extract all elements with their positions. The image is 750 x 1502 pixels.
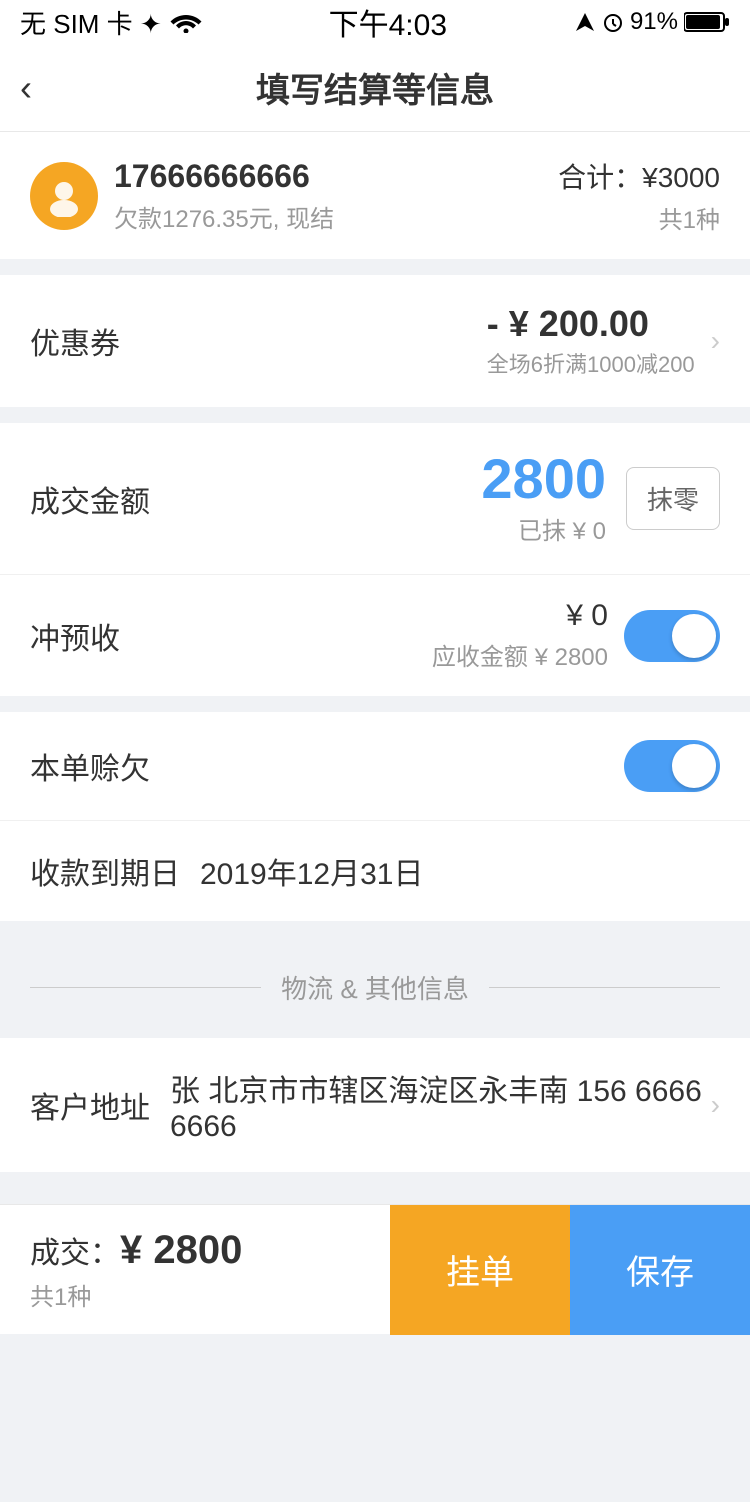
avatar-icon bbox=[43, 175, 85, 217]
coupon-right: - ¥ 200.00 全场6折满1000减200 › bbox=[487, 303, 720, 379]
toggle-knob-2 bbox=[672, 744, 716, 788]
advance-values: ¥ 0 应收金额 ¥ 2800 bbox=[432, 599, 608, 672]
advance-row: 冲预收 ¥ 0 应收金额 ¥ 2800 bbox=[0, 574, 750, 696]
address-row[interactable]: 客户地址 张 北京市市辖区海淀区永丰南 156 6666 6666 › bbox=[0, 1038, 750, 1172]
toggle-knob bbox=[672, 614, 716, 658]
bottom-count: 共1种 bbox=[30, 1277, 360, 1312]
coupon-label: 优惠券 bbox=[30, 319, 120, 363]
erase-button[interactable]: 抹零 bbox=[626, 467, 720, 530]
status-bar: 无 SIM 卡 ✦ 下午4:03 91% bbox=[0, 0, 750, 44]
page-title: 填写结算等信息 bbox=[256, 63, 494, 112]
due-date-row: 收款到期日 2019年12月31日 bbox=[0, 820, 750, 921]
deal-value-wrap: 2800 已抹 ¥ 0 bbox=[481, 451, 606, 546]
coupon-row[interactable]: 优惠券 - ¥ 200.00 全场6折满1000减200 › bbox=[0, 275, 750, 407]
due-date-value: 2019年12月31日 bbox=[200, 849, 423, 893]
wifi-icon bbox=[170, 11, 202, 33]
status-left: 无 SIM 卡 ✦ bbox=[20, 4, 202, 41]
total-count: 共1种 bbox=[558, 200, 720, 235]
advance-right: ¥ 0 应收金额 ¥ 2800 bbox=[432, 599, 720, 672]
avatar bbox=[30, 162, 98, 230]
address-chevron-icon: › bbox=[711, 1089, 720, 1121]
sim-label: 无 SIM 卡 ✦ bbox=[20, 4, 162, 41]
deal-prefix: 成交： bbox=[30, 1237, 120, 1270]
customer-phone: 17666666666 bbox=[114, 158, 334, 195]
due-date-label: 收款到期日 bbox=[30, 849, 180, 893]
bottom-deal-label: 成交：¥ 2800 bbox=[30, 1228, 360, 1273]
deal-amount-row: 成交金额 2800 已抹 ¥ 0 抹零 bbox=[0, 423, 750, 574]
logistics-divider-section: 物流 & 其他信息 bbox=[0, 937, 750, 1038]
address-label: 客户地址 bbox=[30, 1083, 150, 1127]
back-button[interactable]: ‹ bbox=[20, 67, 32, 109]
customer-left: 17666666666 欠款1276.35元, 现结 bbox=[30, 158, 334, 234]
customer-card: 17666666666 欠款1276.35元, 现结 合计：¥3000 共1种 bbox=[0, 132, 750, 259]
advance-sub: 应收金额 ¥ 2800 bbox=[432, 637, 608, 672]
divider-line-right bbox=[489, 987, 720, 988]
debt-label: 本单赊欠 bbox=[30, 744, 150, 788]
debt-section: 本单赊欠 收款到期日 2019年12月31日 bbox=[0, 712, 750, 921]
deal-value: 2800 bbox=[481, 451, 606, 507]
divider-content: 物流 & 其他信息 bbox=[0, 953, 750, 1022]
header: ‹ 填写结算等信息 bbox=[0, 44, 750, 132]
debt-toggle[interactable] bbox=[624, 740, 720, 792]
chevron-right-icon: › bbox=[711, 325, 720, 357]
deal-amount-label: 成交金额 bbox=[30, 477, 150, 521]
bottom-info: 成交：¥ 2800 共1种 bbox=[0, 1228, 390, 1312]
total-amount: 合计：¥3000 bbox=[558, 156, 720, 196]
divider-line-left bbox=[30, 987, 261, 988]
customer-right: 合计：¥3000 共1种 bbox=[558, 156, 720, 235]
battery-icon bbox=[684, 11, 730, 33]
coupon-desc: 全场6折满1000减200 bbox=[487, 347, 695, 379]
deal-section: 成交金额 2800 已抹 ¥ 0 抹零 冲预收 ¥ 0 应收金额 ¥ 2800 bbox=[0, 423, 750, 696]
battery-label: 91% bbox=[630, 8, 678, 36]
save-button[interactable]: 保存 bbox=[570, 1205, 750, 1335]
alarm-icon bbox=[602, 11, 624, 33]
address-value: 张 北京市市辖区海淀区永丰南 156 6666 6666 bbox=[170, 1066, 705, 1144]
advance-value: ¥ 0 bbox=[432, 599, 608, 633]
debt-row: 本单赊欠 bbox=[0, 712, 750, 820]
coupon-discount: - ¥ 200.00 bbox=[487, 303, 695, 345]
location-icon bbox=[574, 11, 596, 33]
pending-button[interactable]: 挂单 bbox=[390, 1205, 570, 1335]
deal-erased: 已抹 ¥ 0 bbox=[481, 511, 606, 546]
customer-debt: 欠款1276.35元, 现结 bbox=[114, 199, 334, 234]
customer-info: 17666666666 欠款1276.35元, 现结 bbox=[114, 158, 334, 234]
deal-right: 2800 已抹 ¥ 0 抹零 bbox=[481, 451, 720, 546]
divider-text: 物流 & 其他信息 bbox=[281, 969, 469, 1006]
advance-label: 冲预收 bbox=[30, 614, 120, 658]
status-time: 下午4:03 bbox=[329, 0, 447, 44]
status-right: 91% bbox=[574, 8, 730, 36]
deal-amount-bottom: ¥ 2800 bbox=[120, 1228, 242, 1272]
advance-toggle[interactable] bbox=[624, 610, 720, 662]
bottom-bar: 成交：¥ 2800 共1种 挂单 保存 bbox=[0, 1204, 750, 1334]
